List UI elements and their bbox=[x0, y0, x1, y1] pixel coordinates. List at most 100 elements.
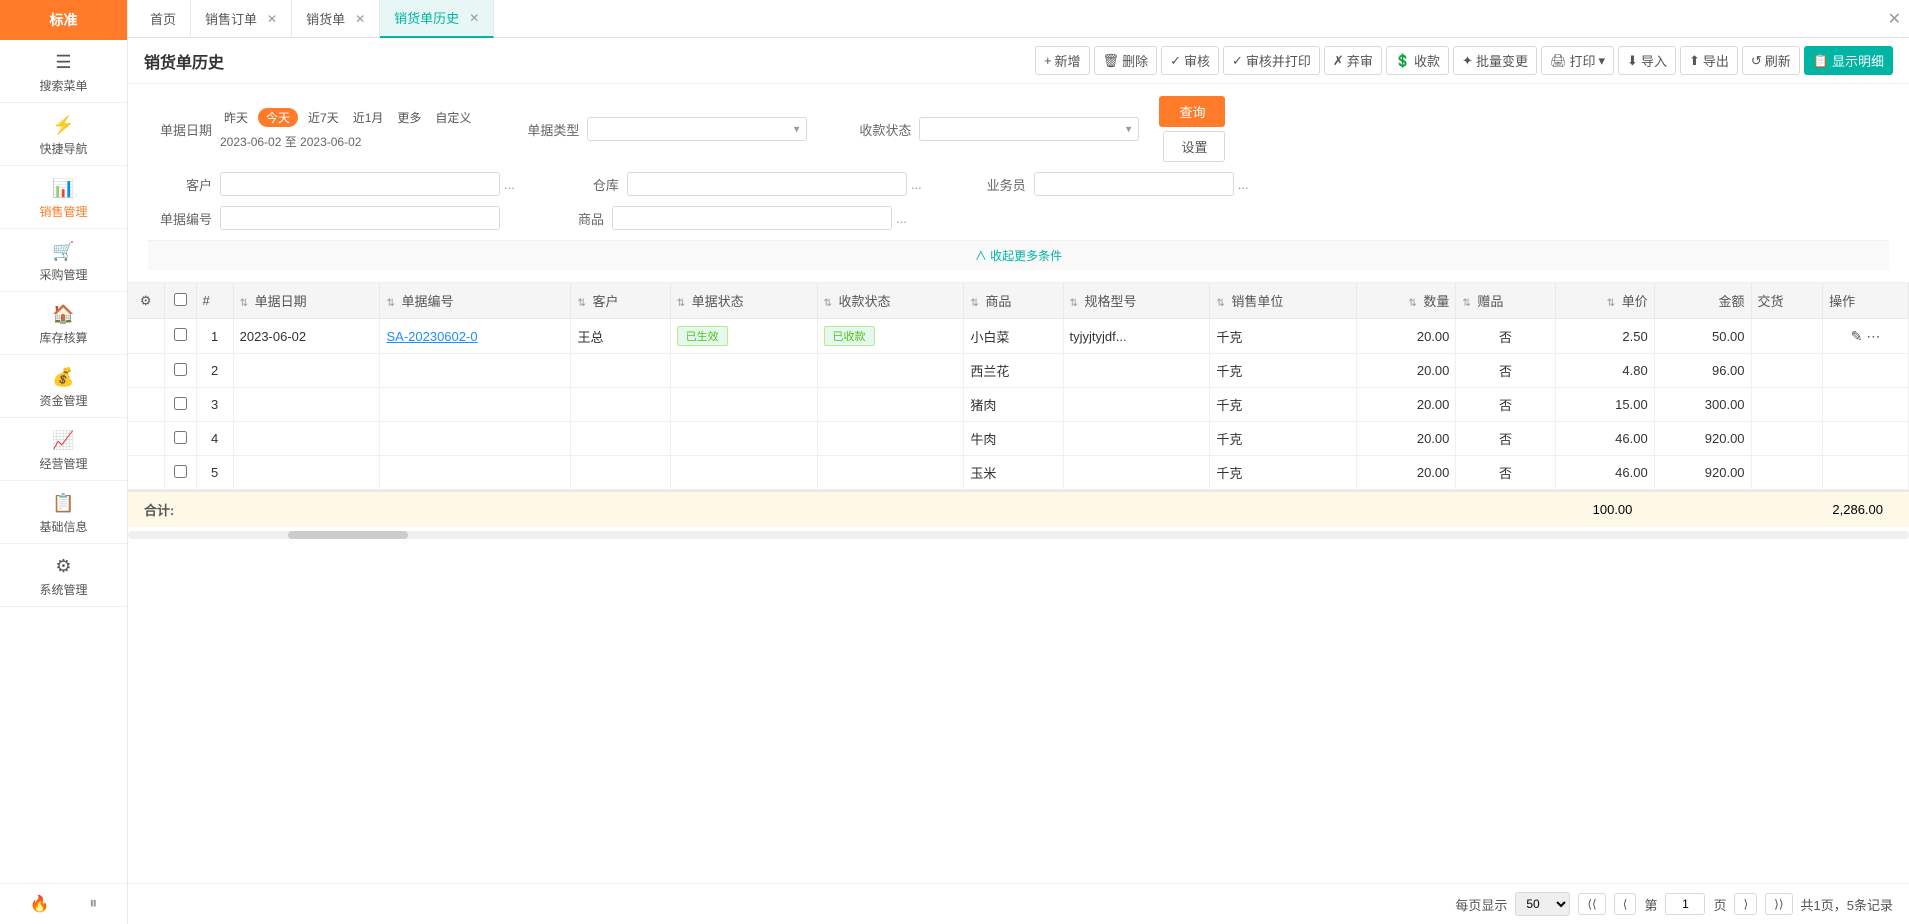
last-page-button[interactable]: ⟩⟩ bbox=[1765, 893, 1792, 915]
row-checkbox-0[interactable] bbox=[174, 328, 187, 341]
cell-amount: 920.00 bbox=[1654, 456, 1751, 490]
sort-price-icon: ⇅ bbox=[1607, 298, 1615, 309]
sidebar-item-basic[interactable]: 📋 基础信息 bbox=[0, 481, 127, 544]
import-button[interactable]: ⬇ 导入 bbox=[1618, 46, 1676, 75]
customer-input[interactable] bbox=[220, 172, 500, 196]
date-yesterday[interactable]: 昨天 bbox=[220, 108, 252, 127]
scroll-thumb[interactable] bbox=[288, 531, 408, 539]
new-button[interactable]: + 新增 bbox=[1035, 46, 1090, 75]
sidebar-label-purchase: 采购管理 bbox=[39, 266, 87, 283]
warehouse-input[interactable] bbox=[627, 172, 907, 196]
tab-sales-history[interactable]: 销货单历史 ✕ bbox=[380, 0, 494, 38]
customer-ellipsis[interactable]: ... bbox=[504, 177, 515, 192]
th-spec[interactable]: ⇅ 规格型号 bbox=[1063, 283, 1210, 319]
sales-icon: 📊 bbox=[52, 178, 74, 199]
footer-values: 100.00 2,286.00 bbox=[334, 502, 1903, 517]
query-button[interactable]: 查询 bbox=[1159, 96, 1225, 127]
export-button[interactable]: ⬆ 导出 bbox=[1680, 46, 1738, 75]
sidebar: 标准 ☰ 搜索菜单 ⚡ 快捷导航 📊 销售管理 🛒 采购管理 🏠 库存核算 💰 … bbox=[0, 0, 128, 924]
set-button[interactable]: 设置 bbox=[1163, 131, 1225, 162]
th-docstatus[interactable]: ⇅ 单据状态 bbox=[670, 283, 817, 319]
date-7days[interactable]: 近7天 bbox=[304, 108, 343, 127]
doc-no-link[interactable]: SA-20230602-0 bbox=[386, 329, 477, 344]
date-1month[interactable]: 近1月 bbox=[349, 108, 388, 127]
th-collectstatus[interactable]: ⇅ 收款状态 bbox=[817, 283, 964, 319]
audit-print-button[interactable]: ✓ 审核并打印 bbox=[1223, 46, 1320, 75]
sidebar-item-operations[interactable]: 📈 经营管理 bbox=[0, 418, 127, 481]
tab-sales-order[interactable]: 销售订单 ✕ bbox=[191, 0, 292, 38]
collect-status-select[interactable] bbox=[919, 117, 1139, 141]
edit-action-btn[interactable]: ✎ bbox=[1851, 328, 1863, 344]
toolbar: 销货单历史 + 新增 🗑 删除 ✓ 审核 ✓ 审核并打印 ✗ 弃审 bbox=[128, 38, 1909, 84]
date-today[interactable]: 今天 bbox=[258, 108, 298, 127]
sidebar-label-basic: 基础信息 bbox=[39, 518, 87, 535]
cell-unit: 千克 bbox=[1210, 456, 1357, 490]
filter-goods-item: 商品 ... bbox=[540, 206, 907, 230]
sidebar-item-finance[interactable]: 💰 资金管理 bbox=[0, 355, 127, 418]
prev-page-button[interactable]: ⟨ bbox=[1614, 893, 1637, 915]
select-all-checkbox[interactable] bbox=[174, 293, 187, 306]
th-docno[interactable]: ⇅ 单据编号 bbox=[380, 283, 571, 319]
date-range-text: 2023-06-02 至 2023-06-02 bbox=[220, 133, 475, 150]
goods-ellipsis[interactable]: ... bbox=[896, 211, 907, 226]
row-checkbox-3[interactable] bbox=[174, 431, 187, 444]
row-checkbox-4[interactable] bbox=[174, 465, 187, 478]
collapse-button[interactable]: ∧ 收起更多条件 bbox=[148, 240, 1889, 270]
cell-gift: 否 bbox=[1456, 354, 1555, 388]
sidebar-item-quick-nav[interactable]: ⚡ 快捷导航 bbox=[0, 103, 127, 166]
th-date[interactable]: ⇅ 单据日期 bbox=[233, 283, 380, 319]
batch-change-button[interactable]: ✦ 批量变更 bbox=[1453, 46, 1537, 75]
tab-sales-goods[interactable]: 销货单 ✕ bbox=[292, 0, 380, 38]
date-more[interactable]: 更多 bbox=[393, 108, 425, 127]
goods-input[interactable] bbox=[612, 206, 892, 230]
import-label: 导入 bbox=[1641, 51, 1667, 70]
th-gift[interactable]: ⇅ 赠品 bbox=[1456, 283, 1555, 319]
sidebar-item-inventory[interactable]: 🏠 库存核算 bbox=[0, 292, 127, 355]
th-goods[interactable]: ⇅ 商品 bbox=[964, 283, 1063, 319]
sidebar-item-purchase[interactable]: 🛒 采购管理 bbox=[0, 229, 127, 292]
sidebar-item-system[interactable]: ⚙ 系统管理 bbox=[0, 544, 127, 607]
tab-bar-close-all[interactable]: ✕ bbox=[1888, 9, 1901, 29]
fire-icon[interactable]: 🔥 bbox=[30, 894, 50, 914]
tab-sales-goods-label: 销货单 bbox=[306, 9, 345, 28]
tab-home[interactable]: 首页 bbox=[136, 0, 191, 38]
th-customer[interactable]: ⇅ 客户 bbox=[571, 283, 670, 319]
warehouse-ellipsis[interactable]: ... bbox=[911, 177, 922, 192]
tab-sales-goods-close[interactable]: ✕ bbox=[355, 12, 365, 26]
refresh-button[interactable]: ↺ 刷新 bbox=[1742, 46, 1800, 75]
tab-sales-order-close[interactable]: ✕ bbox=[267, 12, 277, 26]
show-detail-button[interactable]: 📋 显示明细 bbox=[1804, 46, 1893, 75]
cell-spec bbox=[1063, 388, 1210, 422]
page-number-label: 第 bbox=[1644, 895, 1657, 914]
cell-checkbox bbox=[164, 422, 196, 456]
page-number-input[interactable] bbox=[1665, 893, 1705, 915]
salesman-ellipsis[interactable]: ... bbox=[1238, 177, 1249, 192]
pause-icon[interactable]: ⏸ bbox=[89, 895, 97, 913]
more-action-btn[interactable]: ⋯ bbox=[1866, 328, 1880, 344]
sidebar-item-sales[interactable]: 📊 销售管理 bbox=[0, 166, 127, 229]
page-size-select[interactable]: 50 100 200 bbox=[1515, 892, 1570, 916]
delete-button[interactable]: 🗑 删除 bbox=[1094, 46, 1158, 75]
th-price[interactable]: ⇅ 单价 bbox=[1555, 283, 1654, 319]
audit-button[interactable]: ✓ 审核 bbox=[1161, 46, 1219, 75]
sidebar-item-search-menu[interactable]: ☰ 搜索菜单 bbox=[0, 40, 127, 103]
th-settings[interactable]: ⚙ bbox=[128, 283, 164, 319]
row-checkbox-2[interactable] bbox=[174, 397, 187, 410]
tab-sales-history-close[interactable]: ✕ bbox=[469, 11, 479, 25]
scrollbar[interactable] bbox=[128, 531, 1909, 539]
abandon-button[interactable]: ✗ 弃审 bbox=[1324, 46, 1382, 75]
next-page-button[interactable]: ⟩ bbox=[1734, 893, 1757, 915]
first-page-button[interactable]: ⟨⟨ bbox=[1578, 893, 1605, 915]
tab-sales-order-label: 销售订单 bbox=[205, 9, 257, 28]
print-button[interactable]: 🖨 打印 ▾ bbox=[1541, 46, 1614, 75]
row-checkbox-1[interactable] bbox=[174, 363, 187, 376]
docno-input[interactable] bbox=[220, 206, 500, 230]
th-qty[interactable]: ⇅ 数量 bbox=[1357, 283, 1456, 319]
date-custom[interactable]: 自定义 bbox=[431, 108, 475, 127]
salesman-input[interactable] bbox=[1034, 172, 1234, 196]
doctype-select[interactable] bbox=[587, 117, 807, 141]
collect-status-select-wrap bbox=[919, 117, 1139, 141]
collect-button[interactable]: 💲 收款 bbox=[1386, 46, 1449, 75]
tab-home-label: 首页 bbox=[150, 9, 176, 28]
th-unit[interactable]: ⇅ 销售单位 bbox=[1210, 283, 1357, 319]
